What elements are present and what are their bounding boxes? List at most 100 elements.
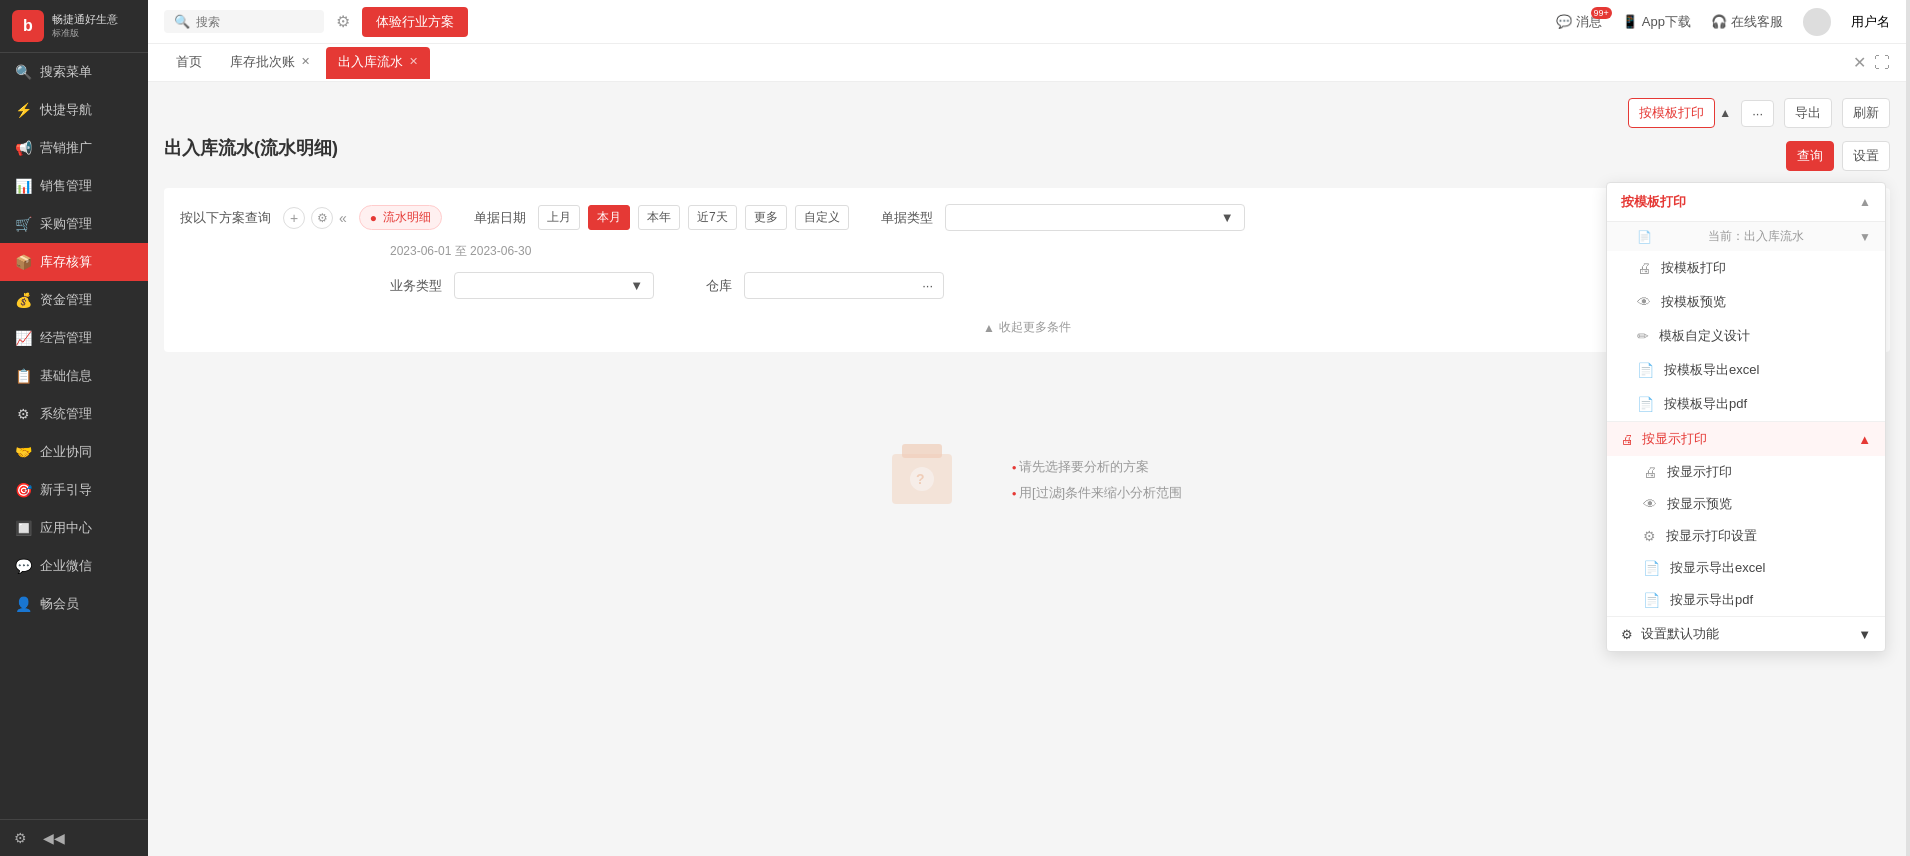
sidebar-item-member[interactable]: 👤 畅会员	[0, 585, 148, 623]
tab-home[interactable]: 首页	[164, 47, 214, 79]
notification-badge: 99+	[1591, 7, 1612, 19]
sidebar-item-guide[interactable]: 🎯 新手引导	[0, 471, 148, 509]
excel-icon: 📄	[1643, 560, 1660, 576]
chevron-down-icon: ▼	[1858, 627, 1871, 642]
bill-type-select[interactable]: ▼	[945, 204, 1245, 231]
tab-bar-actions: ✕ ⛶	[1853, 53, 1890, 72]
tab-batch-account[interactable]: 库存批次账 ✕	[218, 47, 322, 79]
chevron-up-icon[interactable]: ▲	[1719, 106, 1731, 120]
active-filter-tag[interactable]: ● 流水明细	[359, 205, 442, 230]
sidebar-item-sales[interactable]: 📊 销售管理	[0, 167, 148, 205]
dropdown-item-display-export-pdf[interactable]: 📄 按显示导出pdf	[1607, 584, 1885, 616]
sidebar-item-basic[interactable]: 📋 基础信息	[0, 357, 148, 395]
search-input[interactable]	[196, 15, 296, 29]
sidebar-item-inventory[interactable]: 📦 库存核算	[0, 243, 148, 281]
dropdown-item-display-export-excel[interactable]: 📄 按显示导出excel	[1607, 552, 1885, 584]
dropdown-item-display-preview[interactable]: 👁 按显示预览	[1607, 488, 1885, 520]
chevron-up-icon[interactable]: ▲	[1859, 195, 1871, 209]
app-download-item[interactable]: 📱 App下载	[1622, 13, 1691, 31]
filter-tag-label: 流水明细	[383, 209, 431, 226]
tab-flow[interactable]: 出入库流水 ✕	[326, 47, 430, 79]
sidebar-item-wechat[interactable]: 💬 企业微信	[0, 547, 148, 585]
settings-icon[interactable]: ⚙	[14, 830, 27, 846]
dropdown-item-label: 按模板导出excel	[1664, 361, 1759, 379]
export-button[interactable]: 导出	[1784, 98, 1832, 128]
dropdown-item-label: 按显示打印设置	[1666, 527, 1757, 545]
app-download-label: App下载	[1642, 13, 1691, 31]
sidebar-item-label: 畅会员	[40, 595, 79, 613]
dropdown-footer-settings[interactable]: ⚙ 设置默认功能 ▼	[1607, 616, 1885, 651]
current-icon: 📄	[1637, 230, 1652, 244]
online-service-item[interactable]: 🎧 在线客服	[1711, 13, 1783, 31]
toolbar: 按模板打印 ▲ ··· 导出 刷新	[164, 98, 1890, 128]
dropdown-item-label: 按模板打印	[1661, 259, 1726, 277]
chevron-up-icon: ▲	[983, 321, 995, 335]
empty-tips: 请先选择要分析的方案 用[过滤]条件来缩小分析范围	[1012, 458, 1182, 510]
sidebar-item-label: 系统管理	[40, 405, 92, 423]
tab-label: 首页	[176, 53, 202, 71]
more-button[interactable]: ···	[1741, 100, 1774, 127]
date-btn-more[interactable]: 更多	[745, 205, 787, 230]
dropdown-item-template-export-excel[interactable]: 📄 按模板导出excel	[1607, 353, 1885, 387]
dropdown-item-template-custom[interactable]: ✏ 模板自定义设计	[1607, 319, 1885, 353]
filter-settings-button[interactable]: ⚙	[311, 207, 333, 229]
page-content: 按模板打印 ▲ ··· 导出 刷新 出入库流水(流水明细) 查询 设置 按以下方…	[148, 82, 1906, 856]
settings-icon[interactable]: ⚙	[336, 12, 350, 31]
filter-actions: + ⚙ «	[283, 207, 347, 229]
handshake-icon: 🤝	[14, 444, 32, 460]
logo-icon: b	[12, 10, 44, 42]
warehouse-select[interactable]: ···	[744, 272, 944, 299]
excel-icon: 📄	[1637, 362, 1654, 378]
sidebar-item-enterprise[interactable]: 🤝 企业协同	[0, 433, 148, 471]
trial-button[interactable]: 体验行业方案	[362, 7, 468, 37]
filter-tag-icon: ●	[370, 211, 377, 225]
settings-button[interactable]: 设置	[1842, 141, 1890, 171]
clipboard-icon: 📋	[14, 368, 32, 384]
refresh-button[interactable]: 刷新	[1842, 98, 1890, 128]
sidebar-item-app-center[interactable]: 🔲 应用中心	[0, 509, 148, 547]
dropdown-item-label: 按显示预览	[1667, 495, 1732, 513]
pdf-icon: 📄	[1637, 396, 1654, 412]
resize-handle[interactable]	[1906, 0, 1910, 856]
business-type-select[interactable]: ▼	[454, 272, 654, 299]
dropdown-item-template-print[interactable]: 🖨 按模板打印	[1607, 251, 1885, 285]
sidebar-item-operations[interactable]: 📈 经营管理	[0, 319, 148, 357]
user-name: 用户名	[1851, 13, 1890, 31]
chevron-down-icon: ▼	[1221, 210, 1234, 225]
printer-icon: 🖨	[1643, 464, 1657, 480]
print-template-button[interactable]: 按模板打印	[1628, 98, 1715, 128]
collapse-filter-button[interactable]: «	[339, 210, 347, 226]
dropdown-item-template-preview[interactable]: 👁 按模板预览	[1607, 285, 1885, 319]
close-icon[interactable]: ✕	[301, 55, 310, 68]
sidebar-item-label: 销售管理	[40, 177, 92, 195]
date-btn-custom[interactable]: 自定义	[795, 205, 849, 230]
bill-type-label: 单据类型	[881, 209, 933, 227]
sidebar: b 畅捷通好生意 标准版 🔍 搜索菜单 ⚡ 快捷导航 📢 营销推广 📊 销售管理…	[0, 0, 148, 856]
collapse-label: 收起更多条件	[999, 319, 1071, 336]
sidebar-item-search[interactable]: 🔍 搜索菜单	[0, 53, 148, 91]
close-all-button[interactable]: ✕	[1853, 53, 1866, 72]
expand-button[interactable]: ⛶	[1874, 53, 1890, 72]
display-section-header[interactable]: 🖨 按显示打印 ▲	[1607, 422, 1885, 456]
sidebar-item-finance[interactable]: 💰 资金管理	[0, 281, 148, 319]
query-button[interactable]: 查询	[1786, 141, 1834, 171]
avatar[interactable]	[1803, 8, 1831, 36]
date-btn-this-year[interactable]: 本年	[638, 205, 680, 230]
date-btn-7days[interactable]: 近7天	[688, 205, 737, 230]
dropdown-item-template-export-pdf[interactable]: 📄 按模板导出pdf	[1607, 387, 1885, 421]
sidebar-item-quick-nav[interactable]: ⚡ 快捷导航	[0, 91, 148, 129]
dropdown-item-display-print[interactable]: 🖨 按显示打印	[1607, 456, 1885, 488]
dropdown-item-display-print-settings[interactable]: ⚙ 按显示打印设置	[1607, 520, 1885, 552]
add-filter-button[interactable]: +	[283, 207, 305, 229]
date-btn-this-month[interactable]: 本月	[588, 205, 630, 230]
messages-item[interactable]: 💬 消息 99+	[1556, 13, 1602, 31]
date-btn-last-month[interactable]: 上月	[538, 205, 580, 230]
collapse-icon[interactable]: ◀◀	[43, 830, 65, 846]
close-icon[interactable]: ✕	[409, 55, 418, 68]
sidebar-item-system[interactable]: ⚙ 系统管理	[0, 395, 148, 433]
sidebar-item-purchase[interactable]: 🛒 采购管理	[0, 205, 148, 243]
search-box[interactable]: 🔍	[164, 10, 324, 33]
sidebar-item-marketing[interactable]: 📢 营销推广	[0, 129, 148, 167]
sidebar-item-label: 经营管理	[40, 329, 92, 347]
dropdown-item-label: 按显示导出pdf	[1670, 591, 1753, 609]
